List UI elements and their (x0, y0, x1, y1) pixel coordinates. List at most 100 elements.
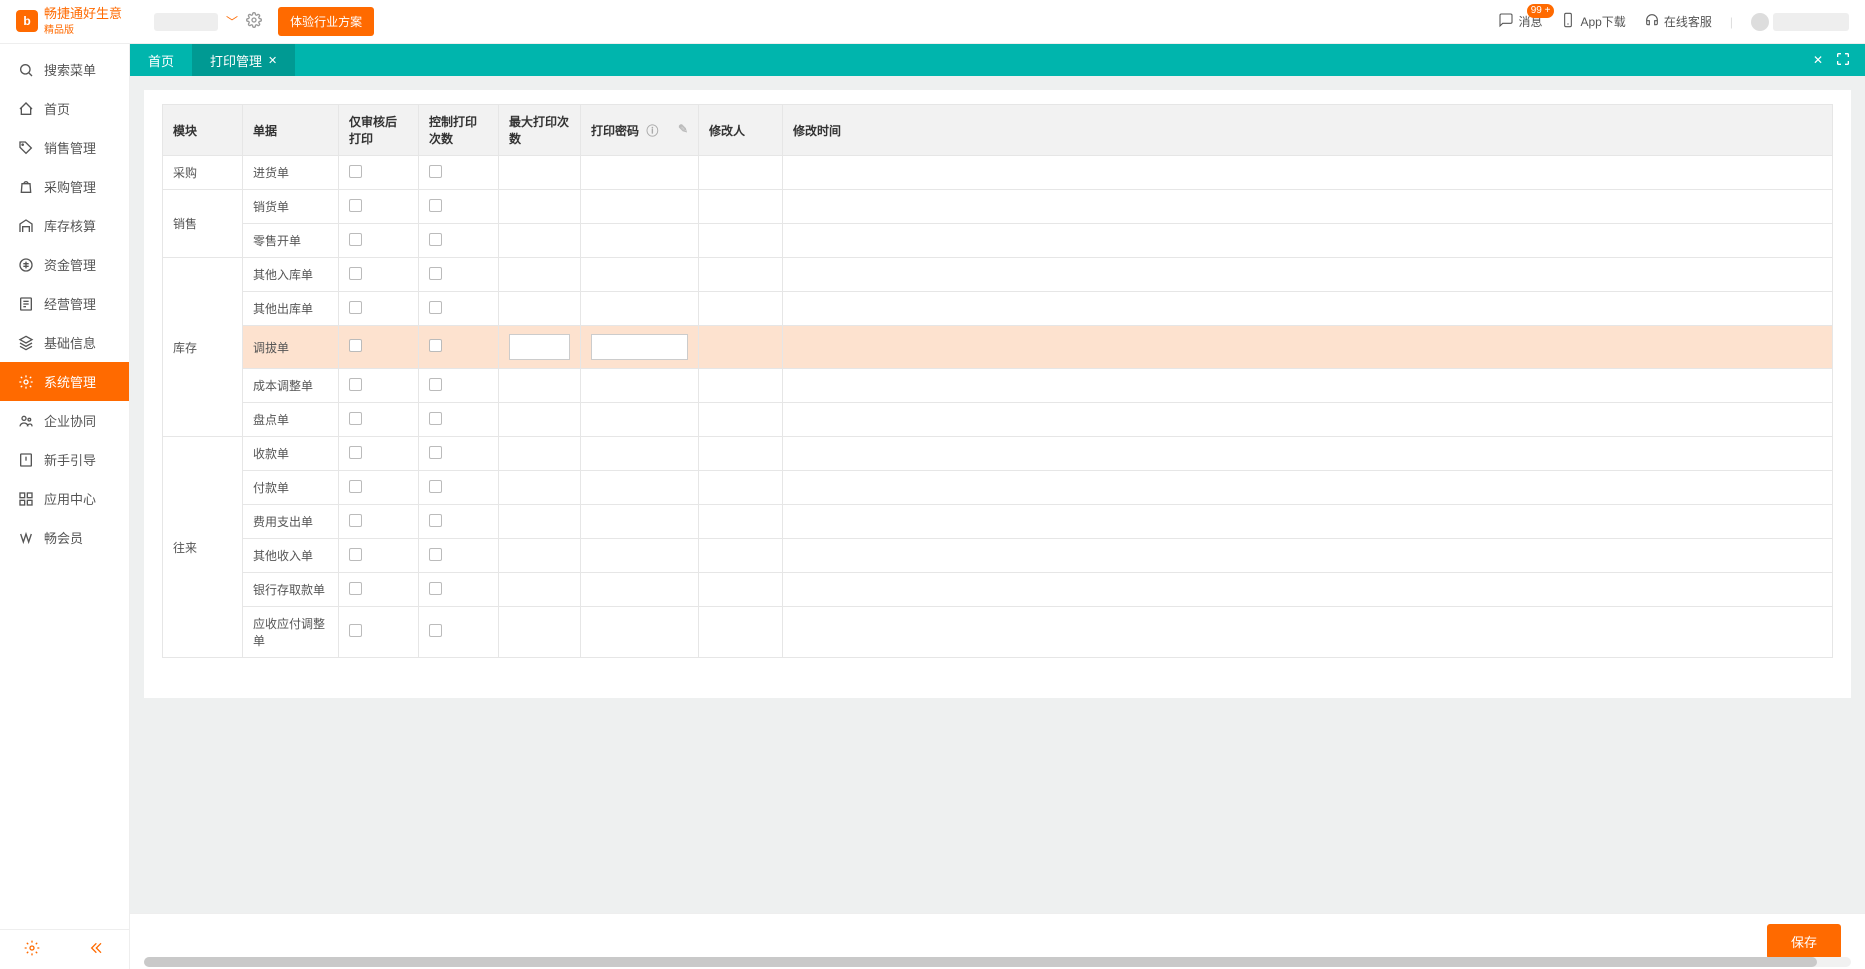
messages-link[interactable]: 消息 99 + (1498, 12, 1542, 31)
sidebar-item-1[interactable]: 首页 (0, 89, 129, 128)
app-download-link[interactable]: App下载 (1560, 12, 1625, 31)
checkbox[interactable] (349, 301, 362, 314)
max-count-cell[interactable] (499, 505, 581, 539)
modifier-cell (699, 471, 783, 505)
password-cell[interactable] (581, 539, 699, 573)
checkbox[interactable] (349, 582, 362, 595)
sidebar-item-6[interactable]: 经营管理 (0, 284, 129, 323)
modify-time-cell (783, 403, 1833, 437)
password-cell[interactable] (581, 258, 699, 292)
max-count-cell[interactable] (499, 573, 581, 607)
limit-count-cell (419, 224, 499, 258)
checkbox[interactable] (349, 378, 362, 391)
checkbox[interactable] (429, 267, 442, 280)
sidebar-item-12[interactable]: 畅会员 (0, 518, 129, 557)
sidebar-item-7[interactable]: 基础信息 (0, 323, 129, 362)
max-count-input[interactable] (509, 334, 570, 360)
checkbox[interactable] (429, 301, 442, 314)
max-count-cell[interactable] (499, 471, 581, 505)
max-count-cell[interactable] (499, 607, 581, 658)
password-cell[interactable] (581, 505, 699, 539)
table-row: 其他出库单 (163, 292, 1833, 326)
only-audited-cell (339, 258, 419, 292)
checkbox[interactable] (429, 165, 442, 178)
col-modifier: 修改人 (699, 105, 783, 156)
max-count-cell[interactable] (499, 539, 581, 573)
password-cell[interactable] (581, 224, 699, 258)
password-cell[interactable] (581, 326, 699, 369)
checkbox[interactable] (349, 624, 362, 637)
modify-time-cell (783, 369, 1833, 403)
save-button[interactable]: 保存 (1767, 924, 1841, 959)
user-menu[interactable]: hidden (1751, 13, 1849, 31)
checkbox[interactable] (429, 548, 442, 561)
checkbox[interactable] (349, 514, 362, 527)
password-cell[interactable] (581, 292, 699, 326)
checkbox[interactable] (349, 165, 362, 178)
max-count-cell[interactable] (499, 292, 581, 326)
checkbox[interactable] (429, 339, 442, 352)
max-count-cell[interactable] (499, 190, 581, 224)
checkbox[interactable] (429, 378, 442, 391)
password-input[interactable] (591, 334, 688, 360)
online-service-link[interactable]: 在线客服 (1644, 12, 1712, 31)
tab-close-all-icon[interactable]: ✕ (1813, 53, 1823, 67)
password-cell[interactable] (581, 471, 699, 505)
edit-column-icon[interactable]: ✎ (678, 122, 688, 136)
sidebar-item-4[interactable]: 库存核算 (0, 206, 129, 245)
checkbox[interactable] (429, 199, 442, 212)
company-selector[interactable]: hidden ﹀ (154, 13, 238, 31)
password-cell[interactable] (581, 607, 699, 658)
tab-close-icon[interactable]: ✕ (268, 54, 277, 67)
sidebar-item-0[interactable]: 搜索菜单 (0, 50, 129, 89)
tab-1[interactable]: 打印管理✕ (192, 44, 295, 76)
max-count-cell[interactable] (499, 224, 581, 258)
sidebar-item-10[interactable]: 新手引导 (0, 440, 129, 479)
checkbox[interactable] (349, 446, 362, 459)
sidebar-collapse-button[interactable] (65, 930, 130, 969)
max-count-cell[interactable] (499, 326, 581, 369)
max-count-cell[interactable] (499, 403, 581, 437)
tab-0[interactable]: 首页 (130, 44, 192, 76)
help-icon[interactable]: ⓘ (646, 124, 658, 138)
fullscreen-icon[interactable] (1835, 51, 1851, 70)
password-cell[interactable] (581, 437, 699, 471)
sidebar-item-5[interactable]: 资金管理 (0, 245, 129, 284)
max-count-cell[interactable] (499, 369, 581, 403)
industry-cta-button[interactable]: 体验行业方案 (278, 7, 374, 36)
sidebar-settings-button[interactable] (0, 930, 65, 969)
sidebar-item-11[interactable]: 应用中心 (0, 479, 129, 518)
money-icon (18, 257, 34, 273)
checkbox[interactable] (429, 480, 442, 493)
checkbox[interactable] (349, 233, 362, 246)
sidebar-item-9[interactable]: 企业协同 (0, 401, 129, 440)
checkbox[interactable] (429, 582, 442, 595)
checkbox[interactable] (429, 446, 442, 459)
settings-icon[interactable] (246, 12, 262, 31)
max-count-cell[interactable] (499, 437, 581, 471)
max-count-cell[interactable] (499, 258, 581, 292)
checkbox[interactable] (349, 412, 362, 425)
checkbox[interactable] (429, 412, 442, 425)
password-cell[interactable] (581, 190, 699, 224)
checkbox[interactable] (349, 548, 362, 561)
password-cell[interactable] (581, 156, 699, 190)
sidebar-item-8[interactable]: 系统管理 (0, 362, 129, 401)
logo: b 畅捷通好生意 精品版 (16, 7, 146, 36)
checkbox[interactable] (429, 514, 442, 527)
checkbox[interactable] (349, 480, 362, 493)
sidebar-item-label: 企业协同 (44, 411, 96, 430)
sidebar-item-3[interactable]: 采购管理 (0, 167, 129, 206)
checkbox[interactable] (349, 199, 362, 212)
checkbox[interactable] (349, 339, 362, 352)
sidebar-item-2[interactable]: 销售管理 (0, 128, 129, 167)
checkbox[interactable] (349, 267, 362, 280)
only-audited-cell (339, 156, 419, 190)
max-count-cell[interactable] (499, 156, 581, 190)
checkbox[interactable] (429, 624, 442, 637)
horizontal-scrollbar[interactable] (144, 957, 1851, 967)
password-cell[interactable] (581, 573, 699, 607)
checkbox[interactable] (429, 233, 442, 246)
password-cell[interactable] (581, 369, 699, 403)
password-cell[interactable] (581, 403, 699, 437)
